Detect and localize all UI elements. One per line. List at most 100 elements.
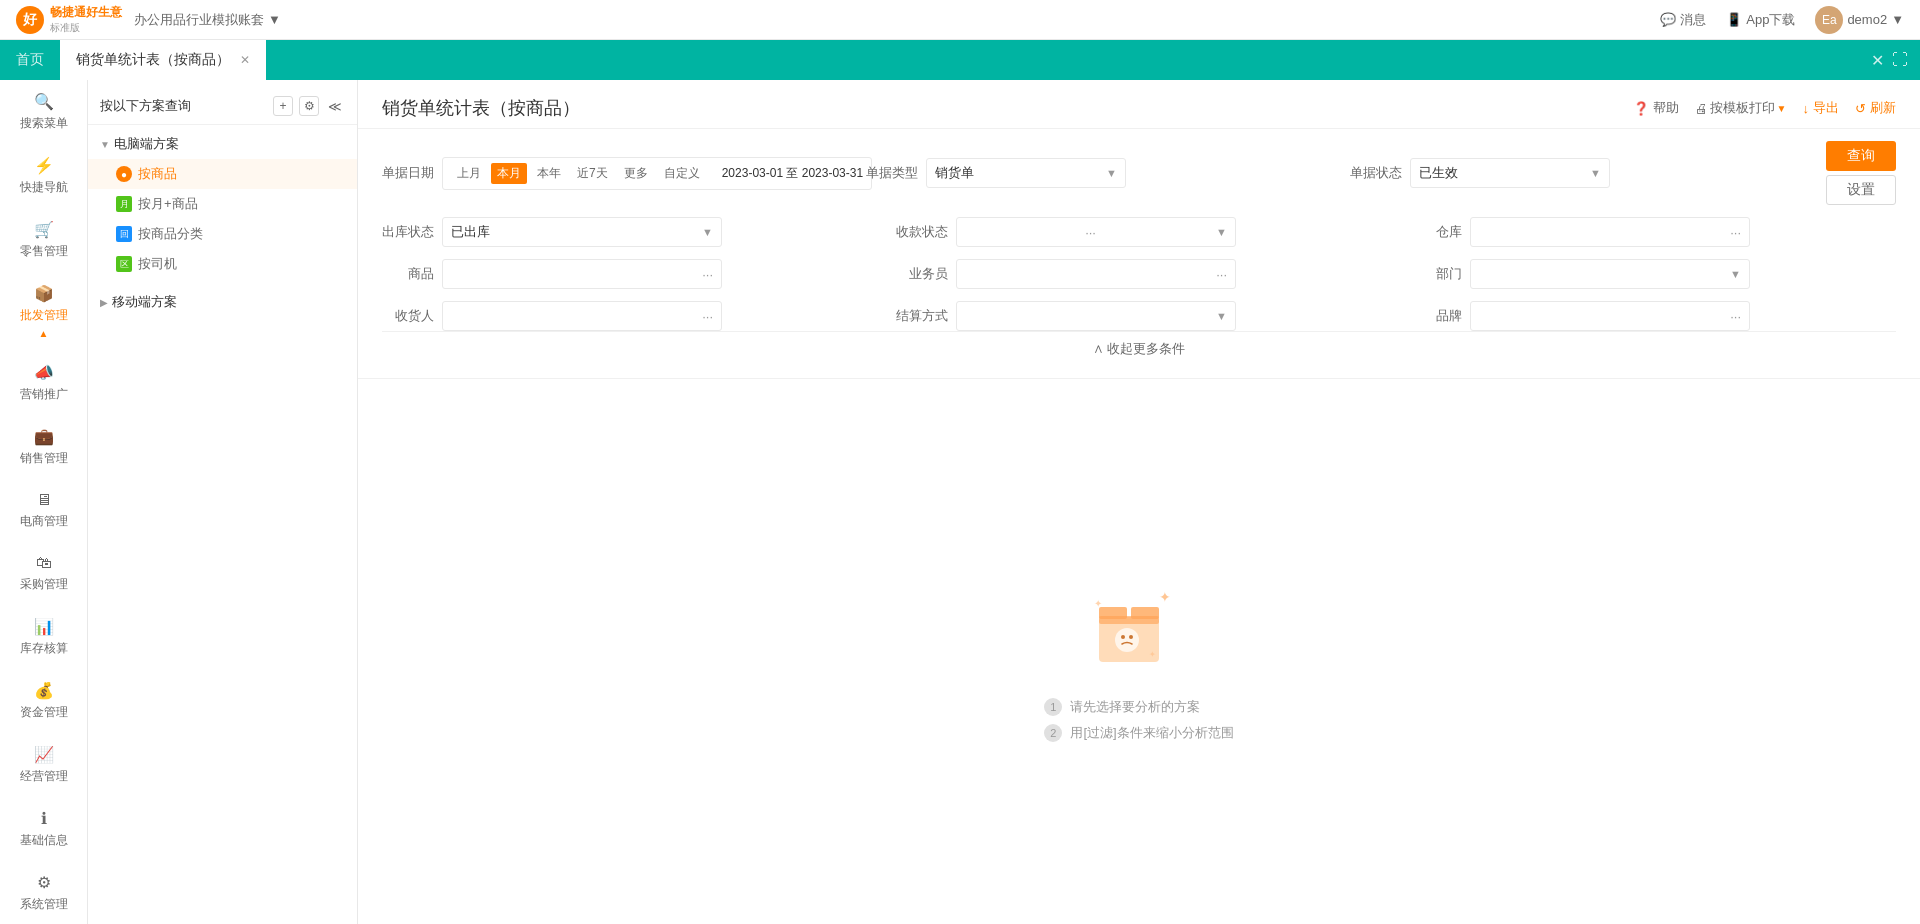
top-header-left: 好 畅捷通好生意 标准版 办公用品行业模拟账套 ▼ xyxy=(16,4,281,35)
query-btn[interactable]: 查询 xyxy=(1826,141,1896,171)
setting-btn[interactable]: 设置 xyxy=(1826,175,1896,205)
scheme-item-by-month-product[interactable]: 月 按月+商品 xyxy=(88,189,357,219)
warehouse-field: 仓库 ··· xyxy=(1410,217,1896,247)
help-btn[interactable]: ❓ 帮助 xyxy=(1633,99,1679,117)
svg-point-5 xyxy=(1121,635,1125,639)
sidebar-item-search-menu[interactable]: 🔍 搜索菜单 xyxy=(0,80,87,144)
doc-status-value[interactable]: 已生效 ▼ xyxy=(1410,158,1610,188)
scheme-item-by-cashier[interactable]: 区 按司机 xyxy=(88,249,357,279)
date-tab-more[interactable]: 更多 xyxy=(618,163,654,184)
sidebar-item-operations[interactable]: 📈 经营管理 xyxy=(0,733,87,797)
date-tab-this-month[interactable]: 本月 xyxy=(491,163,527,184)
refresh-btn[interactable]: ↺ 刷新 xyxy=(1855,99,1896,117)
tip-num-1: 1 xyxy=(1044,698,1062,716)
sidebar-item-sales-mgmt[interactable]: 💼 销售管理 xyxy=(0,415,87,479)
by-product-category-icon: 回 xyxy=(116,226,132,242)
sidebar-item-purchase[interactable]: 🛍 采购管理 xyxy=(0,542,87,605)
date-value[interactable]: 上月 本月 本年 近7天 更多 自定义 2023-03-01 至 2023-03… xyxy=(442,157,872,190)
tab-close-icon[interactable]: ✕ xyxy=(240,53,250,67)
svg-point-6 xyxy=(1129,635,1133,639)
search-menu-icon: 🔍 xyxy=(34,92,54,111)
tip-num-2: 2 xyxy=(1044,724,1062,742)
export-btn[interactable]: ↓ 导出 xyxy=(1803,99,1840,117)
dept-value[interactable]: ▼ xyxy=(1470,259,1750,289)
tab-home[interactable]: 首页 xyxy=(0,40,60,80)
expand-icon: ▲ xyxy=(39,328,49,339)
warehouse-value[interactable]: ··· xyxy=(1470,217,1750,247)
doc-status-dropdown-icon: ▼ xyxy=(1590,167,1601,179)
receiver-value[interactable]: ··· xyxy=(442,301,722,331)
industry-selector[interactable]: 办公用品行业模拟账套 ▼ xyxy=(134,11,281,29)
sidebar-item-quick-nav[interactable]: ⚡ 快捷导航 xyxy=(0,144,87,208)
scheme-item-by-product[interactable]: ● 按商品 xyxy=(88,159,357,189)
wholesale-mgmt-icon: 📦 xyxy=(34,284,54,303)
sidebar-item-ecommerce[interactable]: 🖥 电商管理 xyxy=(0,479,87,542)
industry-name: 办公用品行业模拟账套 xyxy=(134,11,264,29)
sales-mgmt-icon: 💼 xyxy=(34,427,54,446)
receiver-field: 收货人 ··· xyxy=(382,301,868,331)
sidebar-item-retail-mgmt[interactable]: 🛒 零售管理 xyxy=(0,208,87,272)
dept-field: 部门 ▼ xyxy=(1410,259,1896,289)
svg-text:✦: ✦ xyxy=(1159,589,1171,605)
svg-rect-3 xyxy=(1099,616,1159,624)
date-tab-7days[interactable]: 近7天 xyxy=(571,163,614,184)
empty-tip-2: 2 用[过滤]条件来缩小分析范围 xyxy=(1044,724,1233,742)
scheme-collapse-btn[interactable]: ≪ xyxy=(325,96,345,116)
message-btn[interactable]: 💬 消息 xyxy=(1660,11,1706,29)
app-icon: 📱 xyxy=(1726,12,1742,27)
product-value[interactable]: ··· xyxy=(442,259,722,289)
product-field: 商品 ··· xyxy=(382,259,868,289)
sidebar-item-system-mgmt[interactable]: ⚙ 系统管理 xyxy=(0,861,87,924)
receiver-label: 收货人 xyxy=(382,307,442,325)
close-window-btn[interactable]: ✕ xyxy=(1871,51,1884,70)
page-title: 销货单统计表（按商品） xyxy=(382,96,580,120)
help-icon: ❓ xyxy=(1633,101,1649,116)
sidebar-item-inventory[interactable]: 📊 库存核算 xyxy=(0,605,87,669)
out-status-value[interactable]: 已出库 ▼ xyxy=(442,217,722,247)
content-panel: 按以下方案查询 + ⚙ ≪ ▼ 电脑端方案 ● 按商品 xyxy=(88,80,1920,924)
brand-icon: 好 xyxy=(16,6,44,34)
sidebar-item-marketing[interactable]: 📣 营销推广 xyxy=(0,351,87,415)
app-download-btn[interactable]: 📱 App下载 xyxy=(1726,11,1795,29)
scheme-group-mobile: ▶ 移动端方案 xyxy=(88,283,357,321)
collect-status-dots-icon: ··· xyxy=(1085,225,1096,240)
mobile-group-triangle: ▶ xyxy=(100,297,108,308)
marketing-icon: 📣 xyxy=(34,363,54,382)
date-tab-last-month[interactable]: 上月 xyxy=(451,163,487,184)
sidebar-item-basic-info[interactable]: ℹ 基础信息 xyxy=(0,797,87,861)
scheme-header: 按以下方案查询 + ⚙ ≪ xyxy=(88,88,357,125)
collect-status-dropdown-icon: ▼ xyxy=(1216,226,1227,238)
doc-status-label: 单据状态 xyxy=(1350,164,1410,182)
top-header-right: 💬 消息 📱 App下载 Ea demo2 ▼ xyxy=(1660,6,1904,34)
doc-type-value[interactable]: 销货单 ▼ xyxy=(926,158,1126,188)
salesman-value[interactable]: ··· xyxy=(956,259,1236,289)
svg-text:✦: ✦ xyxy=(1149,650,1156,659)
scheme-item-by-product-category[interactable]: 回 按商品分类 xyxy=(88,219,357,249)
system-mgmt-icon: ⚙ xyxy=(37,873,51,892)
scheme-settings-btn[interactable]: ⚙ xyxy=(299,96,319,116)
brand-logo: 好 畅捷通好生意 标准版 xyxy=(16,4,122,35)
maximize-window-btn[interactable]: ⛶ xyxy=(1892,51,1908,69)
date-tab-custom[interactable]: 自定义 xyxy=(658,163,706,184)
print-btn[interactable]: 🖨 按模板打印 ▼ xyxy=(1695,99,1787,117)
scheme-group-desktop-header[interactable]: ▼ 电脑端方案 xyxy=(88,129,357,159)
by-product-icon: ● xyxy=(116,166,132,182)
collapse-btn[interactable]: ∧ 收起更多条件 xyxy=(1093,340,1186,358)
scheme-group-mobile-header[interactable]: ▶ 移动端方案 xyxy=(88,287,357,317)
sidebar-item-wholesale-mgmt[interactable]: 📦 批发管理 ▲ xyxy=(0,272,87,351)
user-dropdown-icon: ▼ xyxy=(1891,12,1904,27)
settlement-value[interactable]: ▼ xyxy=(956,301,1236,331)
user-avatar-btn[interactable]: Ea demo2 ▼ xyxy=(1815,6,1904,34)
brand-value[interactable]: ··· xyxy=(1470,301,1750,331)
retail-mgmt-icon: 🛒 xyxy=(34,220,54,239)
print-icon: 🖨 xyxy=(1695,101,1708,116)
settlement-dropdown-icon: ▼ xyxy=(1216,310,1227,322)
sidebar-item-finance[interactable]: 💰 资金管理 xyxy=(0,669,87,733)
date-tab-this-year[interactable]: 本年 xyxy=(531,163,567,184)
empty-illustration: ✦ ✦ ✦ xyxy=(1079,562,1199,682)
collect-status-value[interactable]: ··· ▼ xyxy=(956,217,1236,247)
ecommerce-icon: 🖥 xyxy=(36,491,52,509)
tab-sales-stats[interactable]: 销货单统计表（按商品） ✕ xyxy=(60,40,266,80)
print-dropdown-icon[interactable]: ▼ xyxy=(1777,103,1787,114)
scheme-add-btn[interactable]: + xyxy=(273,96,293,116)
